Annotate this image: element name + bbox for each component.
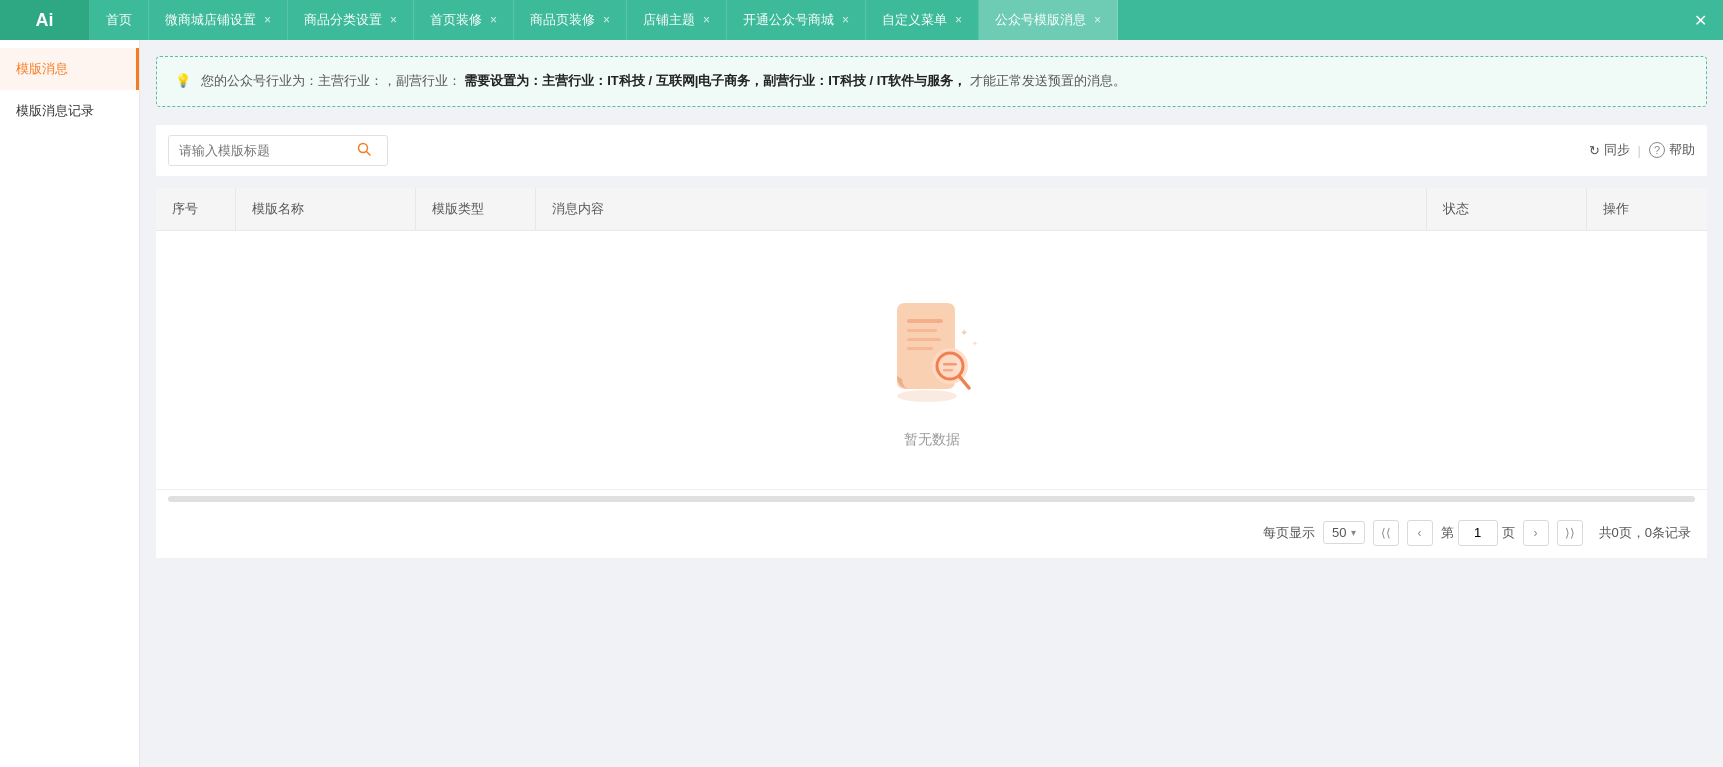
col-content: 消息内容 [536, 188, 1427, 230]
svg-rect-10 [943, 363, 957, 366]
tab-product-category[interactable]: 商品分类设置 × [288, 0, 414, 40]
app-logo: Ai [0, 0, 90, 40]
page-input-box: 第 页 [1441, 520, 1515, 546]
refresh-icon: ↻ [1589, 143, 1600, 158]
svg-rect-6 [907, 347, 933, 350]
col-actions: 操作 [1587, 188, 1707, 230]
tab-close-shop-theme[interactable]: × [703, 13, 710, 27]
notice-highlight: 需要设置为：主营行业：IT科技 / 互联网|电子商务，副营行业：IT科技 / I… [464, 73, 966, 88]
main-layout: 模版消息 模版消息记录 💡 您的公众号行业为：主营行业：，副营行业： 需要设置为… [0, 40, 1723, 767]
svg-text:✦: ✦ [960, 327, 968, 338]
tab-template-msg[interactable]: 公众号模版消息 × [979, 0, 1118, 40]
scrollbar-area [156, 489, 1707, 508]
col-status: 状态 [1427, 188, 1587, 230]
svg-text:✦: ✦ [972, 340, 978, 347]
tab-product-decor[interactable]: 商品页装修 × [514, 0, 627, 40]
search-button[interactable] [349, 136, 379, 165]
tab-close-product-decor[interactable]: × [603, 13, 610, 27]
toolbar-right: ↻ 同步 | ? 帮助 [1589, 141, 1695, 159]
tab-close-home-decor[interactable]: × [490, 13, 497, 27]
pagination: 每页显示 50 ▾ ⟨⟨ ‹ 第 页 › [156, 508, 1707, 558]
tab-close-weishop-setting[interactable]: × [264, 13, 271, 27]
svg-rect-4 [907, 329, 937, 332]
tab-open-mall[interactable]: 开通公众号商城 × [727, 0, 866, 40]
tab-close-custom-menu[interactable]: × [955, 13, 962, 27]
tab-bar: Ai 首页 微商城店铺设置 × 商品分类设置 × 首页装修 × 商品页装修 × … [0, 0, 1723, 40]
pagination-last-btn[interactable]: ⟩⟩ [1557, 520, 1583, 546]
search-input[interactable] [169, 137, 349, 164]
svg-point-2 [897, 390, 957, 402]
empty-illustration: ✦ ✦ [872, 291, 992, 411]
svg-line-1 [367, 151, 371, 155]
svg-line-9 [959, 376, 969, 388]
table-container: 序号 模版名称 模版类型 消息内容 状态 操作 [156, 188, 1707, 558]
main-content: 💡 您的公众号行业为：主营行业：，副营行业： 需要设置为：主营行业：IT科技 /… [140, 40, 1723, 767]
chevron-down-icon: ▾ [1351, 527, 1356, 538]
col-type: 模版类型 [416, 188, 536, 230]
pagination-prev-btn[interactable]: ‹ [1407, 520, 1433, 546]
tab-custom-menu[interactable]: 自定义菜单 × [866, 0, 979, 40]
pagination-next-btn[interactable]: › [1523, 520, 1549, 546]
search-icon [357, 142, 371, 156]
help-button[interactable]: ? 帮助 [1649, 141, 1695, 159]
bulb-icon: 💡 [175, 73, 191, 88]
per-page-label: 每页显示 [1263, 524, 1315, 542]
toolbar-divider: | [1638, 143, 1641, 158]
toolbar: ↻ 同步 | ? 帮助 [156, 125, 1707, 176]
notice-box: 💡 您的公众号行业为：主营行业：，副营行业： 需要设置为：主营行业：IT科技 /… [156, 56, 1707, 107]
tab-shop-theme[interactable]: 店铺主题 × [627, 0, 727, 40]
total-info: 共0页，0条记录 [1599, 524, 1691, 542]
page-number-input[interactable] [1458, 520, 1498, 546]
last-page-icon: ⟩⟩ [1565, 526, 1575, 540]
tab-close-template-msg[interactable]: × [1094, 13, 1101, 27]
col-index: 序号 [156, 188, 236, 230]
tab-close-open-mall[interactable]: × [842, 13, 849, 27]
table-header: 序号 模版名称 模版类型 消息内容 状态 操作 [156, 188, 1707, 231]
empty-text: 暂无数据 [904, 431, 960, 449]
sidebar: 模版消息 模版消息记录 [0, 40, 140, 767]
tab-weishop-setting[interactable]: 微商城店铺设置 × [149, 0, 288, 40]
svg-rect-3 [907, 319, 943, 323]
empty-state: ✦ ✦ 暂无数据 [156, 231, 1707, 489]
notice-suffix: 才能正常发送预置的消息。 [970, 73, 1126, 88]
tab-home-decor[interactable]: 首页装修 × [414, 0, 514, 40]
tab-bar-close-all[interactable]: ✕ [1678, 11, 1723, 30]
sidebar-item-template-msg-record[interactable]: 模版消息记录 [0, 90, 139, 132]
col-name: 模版名称 [236, 188, 416, 230]
pagination-first-btn[interactable]: ⟨⟨ [1373, 520, 1399, 546]
help-icon: ? [1649, 142, 1665, 158]
next-page-icon: › [1534, 526, 1538, 540]
svg-rect-5 [907, 338, 941, 341]
sync-button[interactable]: ↻ 同步 [1589, 141, 1630, 159]
svg-rect-11 [943, 369, 953, 372]
per-page-select[interactable]: 50 ▾ [1323, 521, 1364, 544]
prev-page-icon: ‹ [1418, 526, 1422, 540]
first-page-icon: ⟨⟨ [1381, 526, 1391, 540]
fake-scrollbar[interactable] [168, 496, 1695, 502]
tab-home[interactable]: 首页 [90, 0, 149, 40]
sidebar-item-template-msg[interactable]: 模版消息 [0, 48, 139, 90]
tab-close-product-category[interactable]: × [390, 13, 397, 27]
search-box [168, 135, 388, 166]
notice-prefix: 您的公众号行业为：主营行业：，副营行业： [201, 73, 461, 88]
